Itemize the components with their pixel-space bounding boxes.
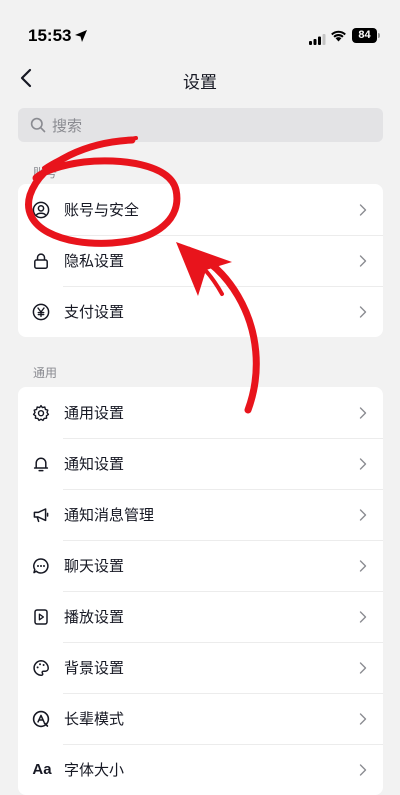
chevron-right-icon: [359, 254, 367, 267]
account-settings-card: 账号与安全 隐私设置 支付设置: [18, 184, 383, 337]
settings-row-general[interactable]: 通用设置: [18, 387, 383, 438]
settings-row-account-security[interactable]: 账号与安全: [18, 184, 383, 235]
chevron-right-icon: [359, 508, 367, 521]
chevron-right-icon: [359, 203, 367, 216]
settings-row-playback[interactable]: 播放设置: [18, 591, 383, 642]
chevron-right-icon: [359, 661, 367, 674]
battery-tip: [378, 33, 380, 38]
general-settings-card: 通用设置 通知设置 通知消息管理 聊天设置 播放设置 背景设置 长辈模式 Aa …: [18, 387, 383, 795]
settings-row-label: 聊天设置: [64, 557, 125, 575]
palette-icon: [31, 658, 51, 678]
settings-row-label: 播放设置: [64, 608, 125, 626]
chevron-right-icon: [359, 406, 367, 419]
settings-row-label: 通用设置: [64, 404, 125, 422]
battery-indicator: 84: [352, 28, 377, 43]
section-label-general: 通用: [33, 366, 58, 380]
settings-row-label: 背景设置: [64, 659, 125, 677]
chevron-right-icon: [359, 763, 367, 776]
chevron-right-icon: [359, 712, 367, 725]
settings-row-label: 长辈模式: [64, 710, 125, 728]
search-input[interactable]: 搜索: [18, 108, 383, 142]
settings-row-notifications[interactable]: 通知设置: [18, 438, 383, 489]
settings-row-label: 支付设置: [64, 303, 125, 321]
settings-row-chat[interactable]: 聊天设置: [18, 540, 383, 591]
chevron-right-icon: [359, 559, 367, 572]
font-size-glyph: Aa: [32, 761, 52, 778]
search-icon: [30, 117, 46, 133]
user-circle-icon: [31, 200, 51, 220]
settings-row-privacy[interactable]: 隐私设置: [18, 235, 383, 286]
lock-icon: [31, 251, 51, 271]
settings-row-label: 账号与安全: [64, 201, 140, 219]
settings-row-label: 隐私设置: [64, 252, 125, 270]
page-title: 设置: [183, 73, 217, 93]
yen-circle-icon: [31, 302, 51, 322]
settings-row-label: 通知设置: [64, 455, 125, 473]
chevron-right-icon: [359, 610, 367, 623]
settings-row-label: 字体大小: [64, 761, 125, 779]
settings-row-background[interactable]: 背景设置: [18, 642, 383, 693]
chevron-right-icon: [359, 305, 367, 318]
font-size-icon: Aa: [31, 760, 51, 780]
status-time: 15:53: [28, 26, 72, 45]
section-label-account: 账号: [33, 166, 58, 180]
settings-row-elder-mode[interactable]: 长辈模式: [18, 693, 383, 744]
settings-row-payment[interactable]: 支付设置: [18, 286, 383, 337]
search-placeholder: 搜索: [52, 116, 83, 135]
bell-icon: [31, 454, 51, 474]
settings-row-font-size[interactable]: Aa 字体大小: [18, 744, 383, 795]
location-arrow-icon: [74, 28, 88, 47]
gear-icon: [31, 403, 51, 423]
cellular-signal-icon: [309, 30, 326, 49]
megaphone-icon: [31, 505, 51, 525]
chat-bubble-icon: [31, 556, 51, 576]
elder-mode-icon: [31, 709, 51, 729]
settings-row-message-management[interactable]: 通知消息管理: [18, 489, 383, 540]
settings-row-label: 通知消息管理: [64, 506, 155, 524]
chevron-right-icon: [359, 457, 367, 470]
status-bar: 15:53 84: [0, 0, 400, 58]
wifi-icon: [330, 27, 347, 46]
nav-bar: 设置: [0, 60, 400, 100]
play-icon: [31, 607, 51, 627]
